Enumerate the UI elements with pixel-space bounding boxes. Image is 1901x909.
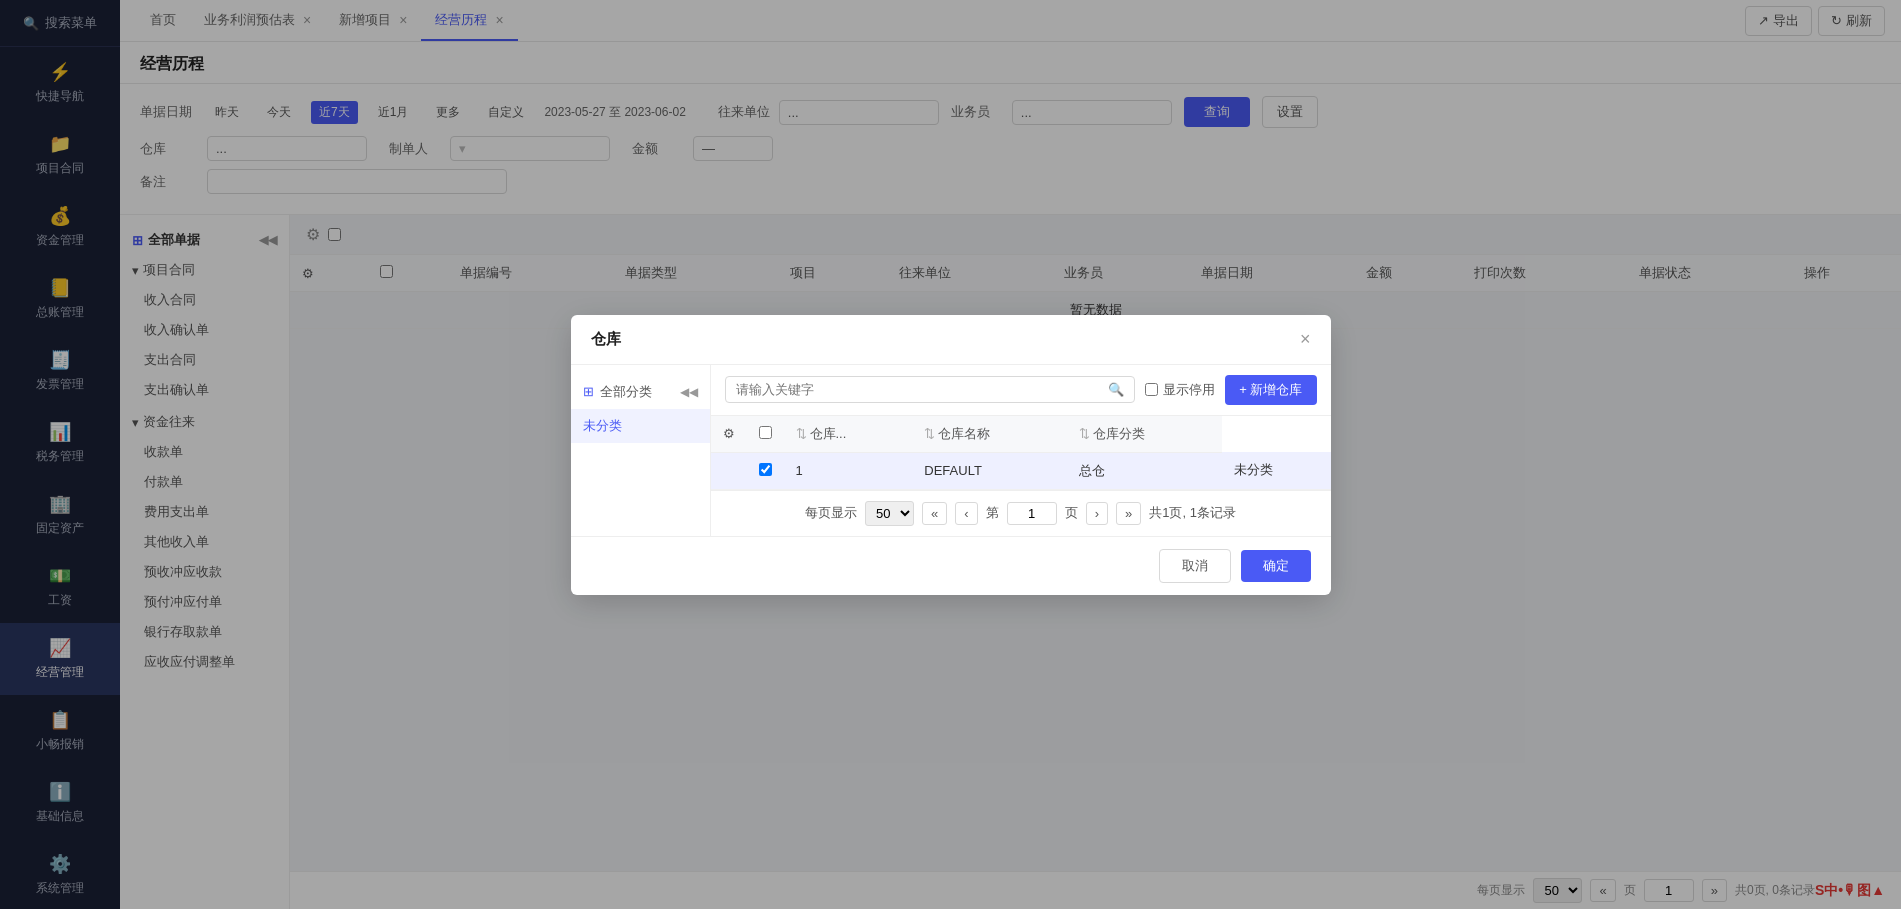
cancel-button[interactable]: 取消 [1159, 549, 1231, 583]
modal-row-category: 未分类 [1222, 452, 1330, 489]
modal-search-icon: 🔍 [1108, 382, 1124, 397]
modal-row-checkbox [747, 452, 784, 489]
show-disabled-checkbox[interactable] [1145, 383, 1158, 396]
modal-row-code: DEFAULT [912, 452, 1067, 489]
sort-icon-category: ⇅ [1079, 426, 1090, 441]
sort-icon-name: ⇅ [924, 426, 935, 441]
modal-th-checkbox [747, 416, 784, 453]
modal-per-page-label: 每页显示 [805, 504, 857, 522]
modal-col-settings-icon[interactable]: ⚙ [723, 426, 735, 441]
modal-row-num: 1 [784, 452, 913, 489]
sort-icon-code: ⇅ [796, 426, 807, 441]
modal-overlay[interactable]: 仓库 × ⊞ 全部分类 ◀◀ 未分类 [0, 0, 1901, 909]
modal-last-btn[interactable]: » [1116, 502, 1141, 525]
modal-row-check[interactable] [759, 463, 772, 476]
modal-row-settings [711, 452, 747, 489]
modal-total-text: 共1页, 1条记录 [1149, 504, 1236, 522]
confirm-button[interactable]: 确定 [1241, 550, 1311, 582]
grid-icon-modal: ⊞ [583, 384, 594, 399]
modal-row-name: 总仓 [1067, 452, 1222, 489]
modal-footer: 取消 确定 [571, 536, 1331, 595]
modal-page-input[interactable] [1007, 502, 1057, 525]
modal-page-suffix: 页 [1065, 504, 1078, 522]
modal-th-settings: ⚙ [711, 416, 747, 453]
modal-sidebar-collapse-btn[interactable]: ◀◀ [680, 385, 698, 399]
modal-toolbar: 🔍 显示停用 + 新增仓库 [711, 365, 1331, 416]
modal-header: 仓库 × [571, 315, 1331, 365]
add-warehouse-button[interactable]: + 新增仓库 [1225, 375, 1316, 405]
modal-sidebar-all-label: 全部分类 [600, 383, 652, 401]
modal-close-button[interactable]: × [1300, 329, 1311, 350]
modal-table-area: ⚙ ⇅ 仓库... ⇅ [711, 416, 1331, 490]
modal-main: 🔍 显示停用 + 新增仓库 ⚙ [711, 365, 1331, 536]
modal-header-checkbox[interactable] [759, 426, 772, 439]
modal-table: ⚙ ⇅ 仓库... ⇅ [711, 416, 1331, 490]
modal-search-box[interactable]: 🔍 [725, 376, 1136, 403]
modal-sidebar: ⊞ 全部分类 ◀◀ 未分类 [571, 365, 711, 536]
modal-th-category: ⇅ 仓库分类 [1067, 416, 1222, 453]
show-disabled-label[interactable]: 显示停用 [1145, 381, 1215, 399]
table-row[interactable]: 1 DEFAULT 总仓 未分类 [711, 452, 1331, 489]
modal-sidebar-unclassified[interactable]: 未分类 [571, 409, 710, 443]
modal-title: 仓库 [591, 330, 621, 349]
modal-sidebar-header: ⊞ 全部分类 ◀◀ [571, 375, 710, 409]
modal-search-input[interactable] [736, 382, 1103, 397]
modal-th-code: ⇅ 仓库... [784, 416, 913, 453]
modal-th-name: ⇅ 仓库名称 [912, 416, 1067, 453]
warehouse-modal: 仓库 × ⊞ 全部分类 ◀◀ 未分类 [571, 315, 1331, 595]
modal-prev-btn[interactable]: ‹ [955, 502, 977, 525]
modal-pagination: 每页显示 50 « ‹ 第 页 › » 共1页, 1条记录 [711, 490, 1331, 536]
modal-first-btn[interactable]: « [922, 502, 947, 525]
modal-page-label: 第 [986, 504, 999, 522]
modal-next-btn[interactable]: › [1086, 502, 1108, 525]
modal-per-page-select[interactable]: 50 [865, 501, 914, 526]
modal-body: ⊞ 全部分类 ◀◀ 未分类 🔍 显示停用 [571, 365, 1331, 536]
